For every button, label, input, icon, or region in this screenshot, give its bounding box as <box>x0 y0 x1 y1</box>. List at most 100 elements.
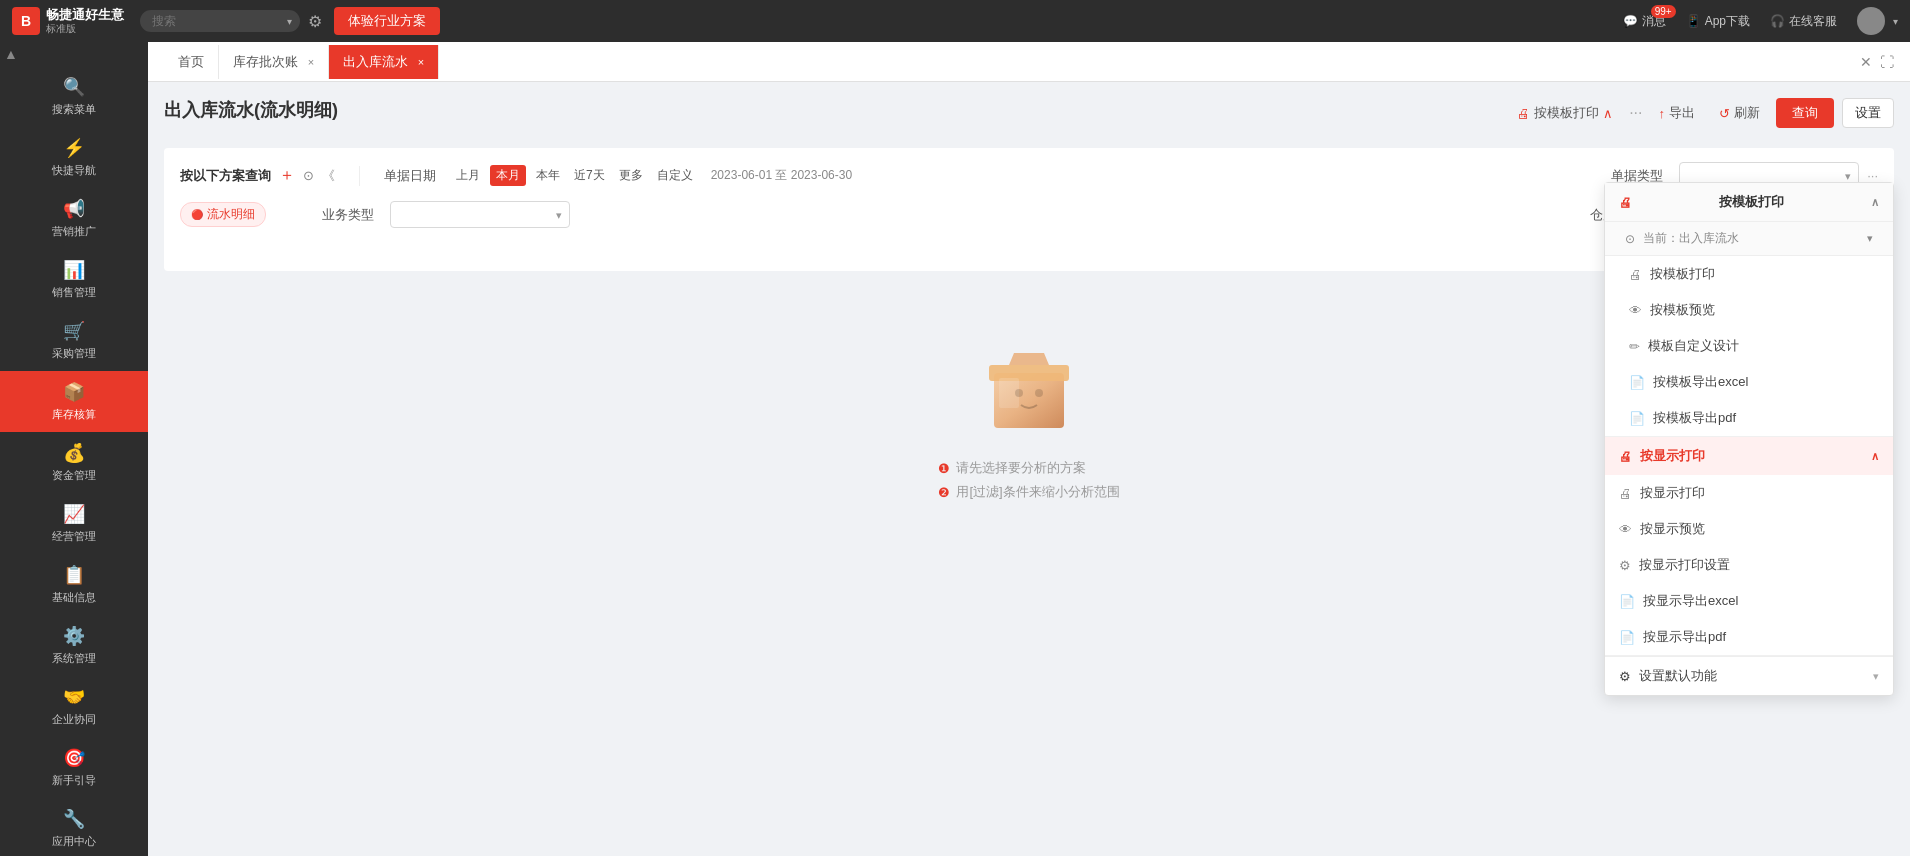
filter-settings-icon[interactable]: ⊙ <box>303 168 314 183</box>
print-current-label: 当前：出入库流水 <box>1643 230 1867 247</box>
search-input[interactable] <box>140 10 300 32</box>
content-area: 首页 库存批次账 × 出入库流水 × ✕ ⛶ 出入库流水(流水明细) <box>148 42 1910 856</box>
sidebar-item-6[interactable]: 💰 资金管理 <box>0 432 148 493</box>
sidebar-icon-8: 📋 <box>63 564 85 586</box>
search-dropdown-icon[interactable]: ▾ <box>287 16 292 27</box>
print-dropdown-collapse-icon[interactable]: ∧ <box>1871 196 1879 209</box>
tab-inventory-batch-close[interactable]: × <box>308 56 314 68</box>
toolbar-dots[interactable]: ··· <box>1629 104 1642 122</box>
refresh-button[interactable]: ↺ 刷新 <box>1711 100 1768 126</box>
empty-step2: ❷ 用[过滤]条件来缩小分析范围 <box>938 483 1119 501</box>
sidebar-icon-3: 📊 <box>63 259 85 281</box>
display-export-excel-btn[interactable]: 📄 按显示导出excel <box>1605 583 1893 619</box>
type-more-icon[interactable]: ··· <box>1867 168 1878 183</box>
print-current-icon: ⊙ <box>1625 232 1635 246</box>
sidebar-item-12[interactable]: 🔧 应用中心 <box>0 798 148 856</box>
sidebar-item-2[interactable]: 📢 营销推广 <box>0 188 148 249</box>
tab-inout-flow-close[interactable]: × <box>418 56 424 68</box>
date-btn-current-year[interactable]: 本年 <box>532 165 564 186</box>
print-template-button[interactable]: 🖨 按模板打印 ∧ <box>1509 100 1621 126</box>
display-print-items: 🖨 按显示打印 👁 按显示预览 ⚙ 按显示打印设置 📄 <box>1605 475 1893 655</box>
export-icon: ↑ <box>1659 106 1666 121</box>
online-service-button[interactable]: 🎧 在线客服 <box>1770 13 1837 30</box>
sidebar-item-5[interactable]: 📦 库存核算 <box>0 371 148 432</box>
print-dropdown-panel: 🖨 按模板打印 ∧ ⊙ 当前：出入库流水 ▾ 🖨 按模板打印 <box>1604 182 1894 696</box>
sidebar-item-4[interactable]: 🛒 采购管理 <box>0 310 148 371</box>
date-btn-more[interactable]: 更多 <box>615 165 647 186</box>
setting-button[interactable]: 设置 <box>1842 98 1894 128</box>
logo: B 畅捷通好生意 标准版 <box>12 7 124 35</box>
print-template-preview[interactable]: 👁 按模板预览 <box>1605 292 1893 328</box>
message-button[interactable]: 💬 消息 99+ <box>1623 13 1666 30</box>
business-type-label: 业务类型 <box>322 206 382 224</box>
sidebar-icon-2: 📢 <box>63 198 85 220</box>
display-printer-icon: 🖨 <box>1619 486 1632 501</box>
tab-inout-flow[interactable]: 出入库流水 × <box>329 45 439 79</box>
print-icon: 🖨 <box>1517 106 1530 121</box>
app-wrapper: B 畅捷通好生意 标准版 ▾ ⚙ 体验行业方案 💬 消息 99+ 📱 App下载 <box>0 0 1910 856</box>
set-default-button[interactable]: ⚙ 设置默认功能 ▾ <box>1605 656 1893 695</box>
display-print-btn[interactable]: 🖨 按显示打印 <box>1605 475 1893 511</box>
pdf-icon: 📄 <box>1629 411 1645 426</box>
print-current-chevron[interactable]: ▾ <box>1867 232 1873 245</box>
sidebar-label-5: 库存核算 <box>52 407 96 422</box>
date-btn-custom[interactable]: 自定义 <box>653 165 697 186</box>
display-print-settings-btn[interactable]: ⚙ 按显示打印设置 <box>1605 547 1893 583</box>
svg-point-4 <box>1035 389 1043 397</box>
tag-label: 流水明细 <box>207 206 255 223</box>
display-print-header[interactable]: 🖨 按显示打印 ∧ <box>1605 437 1893 475</box>
sidebar-item-7[interactable]: 📈 经营管理 <box>0 493 148 554</box>
close-window-icon[interactable]: ✕ <box>1860 54 1872 70</box>
date-range-display: 2023-06-01 至 2023-06-30 <box>711 167 852 184</box>
main-area: ▲ 🔍 搜索菜单 ⚡ 快捷导航 📢 营销推广 📊 销售管理 🛒 采购管理 📦 库… <box>0 42 1910 856</box>
industry-solution-button[interactable]: 体验行业方案 <box>334 7 440 35</box>
print-template-export-excel[interactable]: 📄 按模板导出excel <box>1605 364 1893 400</box>
filter-collapse-icon[interactable]: 《 <box>322 167 335 185</box>
display-preview-btn[interactable]: 👁 按显示预览 <box>1605 511 1893 547</box>
sidebar-item-0[interactable]: 🔍 搜索菜单 <box>0 66 148 127</box>
export-button[interactable]: ↑ 导出 <box>1651 100 1704 126</box>
expand-window-icon[interactable]: ⛶ <box>1880 54 1894 70</box>
add-filter-icon[interactable]: ＋ <box>279 165 295 186</box>
tab-window-controls: ✕ ⛶ <box>1860 54 1894 70</box>
filter-date-section: 单据日期 上月 本月 本年 近7天 更多 自定义 2023-06-01 至 20… <box>384 165 852 186</box>
tab-inventory-batch[interactable]: 库存批次账 × <box>219 45 329 79</box>
sidebar-item-11[interactable]: 🎯 新手引导 <box>0 737 148 798</box>
print-template-export-pdf[interactable]: 📄 按模板导出pdf <box>1605 400 1893 436</box>
print-template-design[interactable]: ✏ 模板自定义设计 <box>1605 328 1893 364</box>
sidebar-item-3[interactable]: 📊 销售管理 <box>0 249 148 310</box>
sidebar-icon-12: 🔧 <box>63 808 85 830</box>
date-btn-current-month[interactable]: 本月 <box>490 165 526 186</box>
user-profile[interactable]: ▾ <box>1857 7 1898 35</box>
sidebar-item-1[interactable]: ⚡ 快捷导航 <box>0 127 148 188</box>
display-pdf-icon: 📄 <box>1619 630 1635 645</box>
sidebar-icon-6: 💰 <box>63 442 85 464</box>
sidebar-icon-4: 🛒 <box>63 320 85 342</box>
print-dropdown-header: 🖨 按模板打印 ∧ <box>1605 183 1893 222</box>
refresh-icon: ↺ <box>1719 106 1730 121</box>
app-download-button[interactable]: 📱 App下载 <box>1686 13 1750 30</box>
sidebar-item-8[interactable]: 📋 基础信息 <box>0 554 148 615</box>
sidebar-item-10[interactable]: 🤝 企业协同 <box>0 676 148 737</box>
display-excel-icon: 📄 <box>1619 594 1635 609</box>
date-btn-last-7days[interactable]: 近7天 <box>570 165 609 186</box>
query-button[interactable]: 查询 <box>1776 98 1834 128</box>
sidebar-item-9[interactable]: ⚙️ 系统管理 <box>0 615 148 676</box>
empty-illustration <box>969 343 1089 443</box>
empty-text-container: ❶ 请先选择要分析的方案 ❷ 用[过滤]条件来缩小分析范围 <box>938 459 1119 507</box>
display-export-pdf-btn[interactable]: 📄 按显示导出pdf <box>1605 619 1893 655</box>
business-type-select[interactable] <box>390 201 570 228</box>
sidebar-scroll-up[interactable]: ▲ <box>0 42 148 66</box>
sidebar-label-4: 采购管理 <box>52 346 96 361</box>
top-bar-right: 💬 消息 99+ 📱 App下载 🎧 在线客服 ▾ <box>1623 7 1898 35</box>
print-template-print[interactable]: 🖨 按模板打印 <box>1605 256 1893 292</box>
date-btn-last-month[interactable]: 上月 <box>452 165 484 186</box>
settings-gear-icon[interactable]: ⚙ <box>308 12 322 31</box>
flow-detail-tag[interactable]: 🔴 流水明细 <box>180 202 266 227</box>
date-shortcuts: 上月 本月 本年 近7天 更多 自定义 <box>452 165 697 186</box>
sidebar-items: 🔍 搜索菜单 ⚡ 快捷导航 📢 营销推广 📊 销售管理 🛒 采购管理 📦 库存核… <box>0 66 148 856</box>
filter-business-section: 业务类型 <box>322 201 570 228</box>
tab-home[interactable]: 首页 <box>164 45 219 79</box>
sidebar-label-12: 应用中心 <box>52 834 96 849</box>
preview-icon: 👁 <box>1629 303 1642 318</box>
